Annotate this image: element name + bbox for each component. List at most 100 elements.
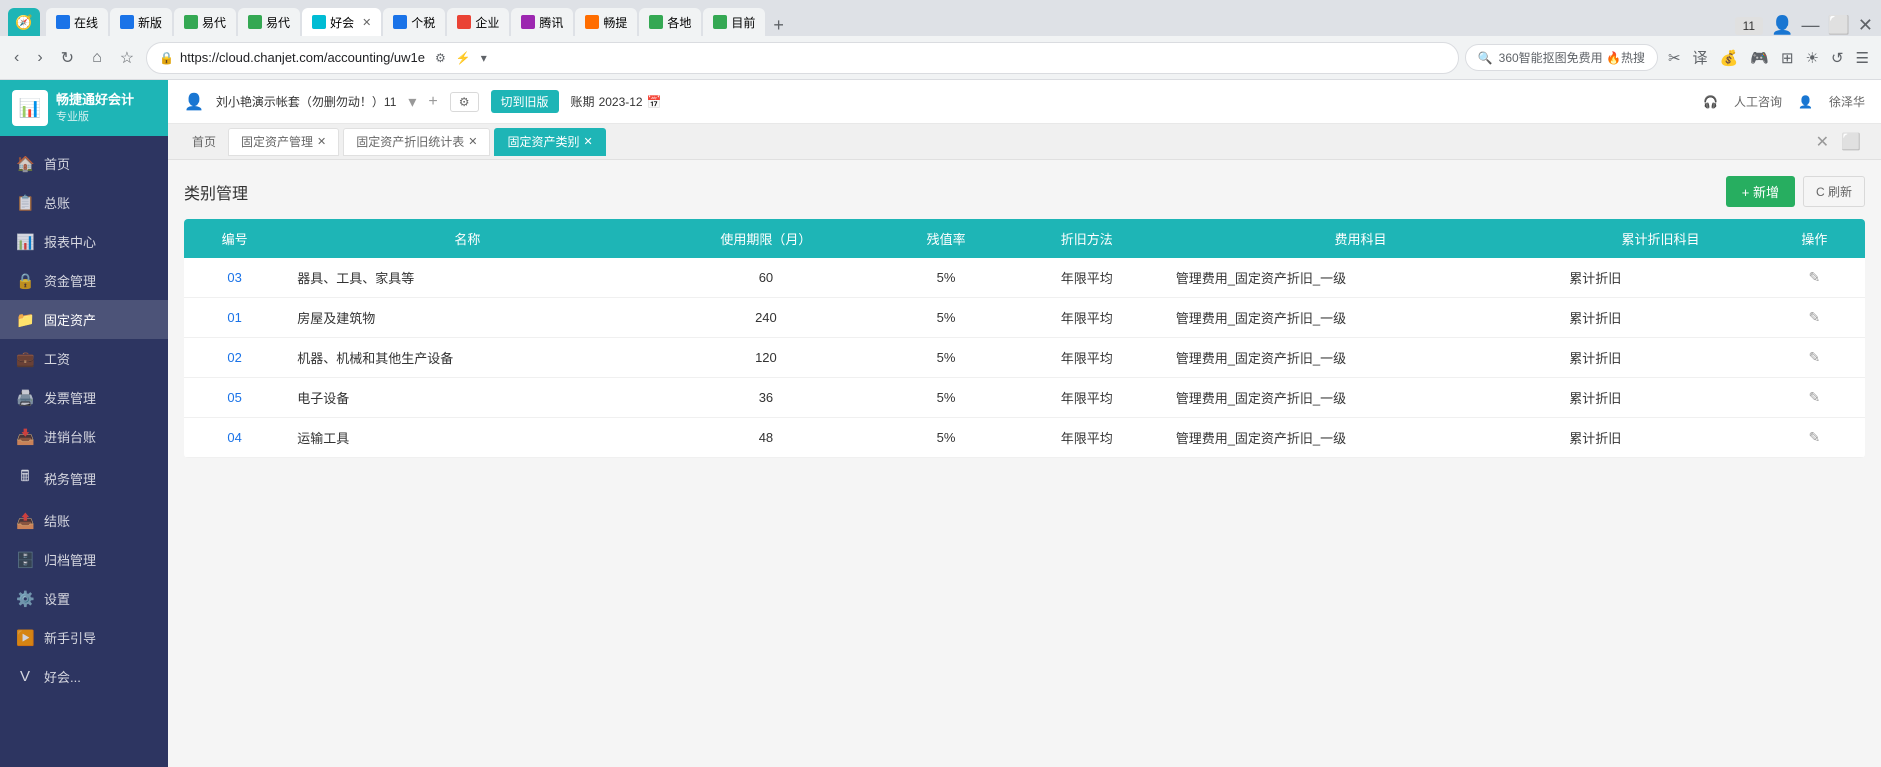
sidebar-item-more[interactable]: V 好会... [0,657,168,696]
translate-tool[interactable]: 译 [1689,43,1712,72]
col-residual: 残值率 [882,219,1010,258]
cell-accum: 累计折旧 [1557,378,1763,418]
sidebar-item-inventory[interactable]: 📥 进销台账 [0,417,168,456]
page-tab-fixed-asset-mgmt[interactable]: 固定资产管理 ✕ [228,128,339,156]
address-lightning-icon[interactable]: ⚡ [456,51,471,65]
sidebar-item-reports[interactable]: 📊 报表中心 [0,222,168,261]
edit-icon[interactable]: ✎ [1808,309,1820,325]
page-tab-close-3[interactable]: ✕ [584,135,593,148]
sidebar-item-settings[interactable]: ⚙️ 设置 [0,579,168,618]
sidebar-item-home[interactable]: 🏠 首页 [0,144,168,183]
page-tab-home[interactable]: 首页 [184,129,224,154]
cell-name: 机器、机械和其他生产设备 [285,338,649,378]
sidebar-item-payroll[interactable]: 💼 工资 [0,339,168,378]
sidebar-item-fixed-assets[interactable]: 📁 固定资产 [0,300,168,339]
col-expense: 费用科目 [1164,219,1558,258]
add-button[interactable]: + 新增 [1726,176,1795,207]
browser-tab-2[interactable]: 易代 [174,8,236,36]
maximize-icon[interactable]: ⬜ [1827,15,1849,36]
bookmark-button[interactable]: ☆ [114,44,140,72]
profile-icon[interactable]: 👤 [1771,15,1793,36]
calendar-icon[interactable]: 📅 [647,95,662,109]
close-window-icon[interactable]: ✕ [1858,15,1873,36]
browser-tab-6[interactable]: 企业 [447,8,509,36]
cell-residual: 5% [882,258,1010,298]
fixed-assets-icon: 📁 [16,311,34,329]
back-button[interactable]: ‹ [8,45,25,71]
sidebar: 📊 畅捷通好会计 专业版 🏠 首页 📋 总账 📊 报表中心 🔒 资金管理 [0,80,168,767]
page-tab-close-1[interactable]: ✕ [317,135,326,148]
settings-icon: ⚙️ [16,590,34,608]
header-bar: 👤 刘小艳演示帐套（勿删勿动！）11 ▾ + ⚙ 切到旧版 账期 2023-12… [168,80,1881,124]
brightness-tool[interactable]: ☀ [1802,45,1823,71]
sidebar-item-guide[interactable]: ▶️ 新手引导 [0,618,168,657]
browser-tab-1[interactable]: 新版 [110,8,172,36]
sidebar-item-archive[interactable]: 🗄️ 归档管理 [0,540,168,579]
sidebar-item-invoices[interactable]: 🖨️ 发票管理 [0,378,168,417]
cell-name: 电子设备 [285,378,649,418]
cell-method: 年限平均 [1010,298,1164,338]
sidebar-item-tax[interactable]: 🖩 税务管理 [0,456,168,501]
cell-method: 年限平均 [1010,258,1164,298]
forward-button[interactable]: › [31,45,48,71]
sidebar-item-funds[interactable]: 🔒 资金管理 [0,261,168,300]
close-panel-button[interactable]: ✕ [1812,128,1833,156]
browser-tab-8[interactable]: 畅提 [575,8,637,36]
more-icon: V [16,668,34,685]
browser-tab-9[interactable]: 各地 [639,8,701,36]
browser-tab-5[interactable]: 个税 [383,8,445,36]
browser-tab-4[interactable]: 好会 ✕ [302,8,381,36]
cell-residual: 5% [882,338,1010,378]
address-dropdown-icon[interactable]: ▾ [481,51,487,65]
consult-label[interactable]: 人工咨询 [1734,93,1782,110]
cut-tool[interactable]: ✂ [1664,45,1685,71]
cell-action: ✎ [1764,258,1865,298]
browser-tab-close-4[interactable]: ✕ [362,16,371,29]
user-account-icon: 👤 [184,92,204,112]
address-bar[interactable]: 🔒 https://cloud.chanjet.com/accounting/u… [146,42,1459,74]
search-bar[interactable]: 🔍 360智能抠图免费用 🔥热搜 [1465,44,1658,71]
game-tool[interactable]: 🎮 [1746,45,1773,71]
section-header: 类别管理 + 新增 C 刷新 [184,176,1865,207]
minimize-icon[interactable]: — [1801,15,1819,36]
cell-expense: 管理费用_固定资产折旧_一级 [1164,338,1558,378]
switch-version-button[interactable]: 切到旧版 [491,90,559,113]
add-account-icon[interactable]: + [428,93,437,111]
table-row: 05 电子设备 36 5% 年限平均 管理费用_固定资产折旧_一级 累计折旧 ✎ [184,378,1865,418]
settings-gear-icon[interactable]: ⚙ [450,92,479,112]
menu-tool[interactable]: ☰ [1852,45,1873,71]
sidebar-logo: 📊 畅捷通好会计 专业版 [0,80,168,136]
home-button[interactable]: ⌂ [86,45,108,71]
edit-icon[interactable]: ✎ [1808,269,1820,285]
sidebar-item-checkout[interactable]: 📤 结账 [0,501,168,540]
expand-panel-button[interactable]: ⬜ [1837,128,1865,156]
page-tab-close-2[interactable]: ✕ [468,135,477,148]
page-tab-asset-category[interactable]: 固定资产类别 ✕ [494,128,605,156]
col-action: 操作 [1764,219,1865,258]
browser-tab-0[interactable]: 在线 [46,8,108,36]
sidebar-item-ledger[interactable]: 📋 总账 [0,183,168,222]
reload-button[interactable]: ↻ [55,44,80,72]
new-tab-button[interactable]: + [767,15,790,36]
edit-icon[interactable]: ✎ [1808,429,1820,445]
browser-tab-7[interactable]: 腾讯 [511,8,573,36]
cell-action: ✎ [1764,418,1865,458]
page-tab-depreciation-table[interactable]: 固定资产折旧统计表 ✕ [343,128,490,156]
table-row: 04 运输工具 48 5% 年限平均 管理费用_固定资产折旧_一级 累计折旧 ✎ [184,418,1865,458]
cell-code: 05 [184,378,285,418]
undo-tool[interactable]: ↺ [1827,45,1848,71]
browser-tab-3[interactable]: 易代 [238,8,300,36]
grid-tool[interactable]: ⊞ [1777,45,1798,71]
wallet-tool[interactable]: 💰 [1716,45,1743,71]
edit-icon[interactable]: ✎ [1808,389,1820,405]
cell-expense: 管理费用_固定资产折旧_一级 [1164,258,1558,298]
cell-residual: 5% [882,378,1010,418]
dropdown-icon[interactable]: ▾ [408,92,416,112]
cell-action: ✎ [1764,298,1865,338]
cell-method: 年限平均 [1010,418,1164,458]
site-settings-icon[interactable]: ⚙ [435,51,446,65]
refresh-button[interactable]: C 刷新 [1803,176,1865,207]
edit-icon[interactable]: ✎ [1808,349,1820,365]
browser-tab-10[interactable]: 目前 [703,8,765,36]
cell-period: 48 [650,418,883,458]
